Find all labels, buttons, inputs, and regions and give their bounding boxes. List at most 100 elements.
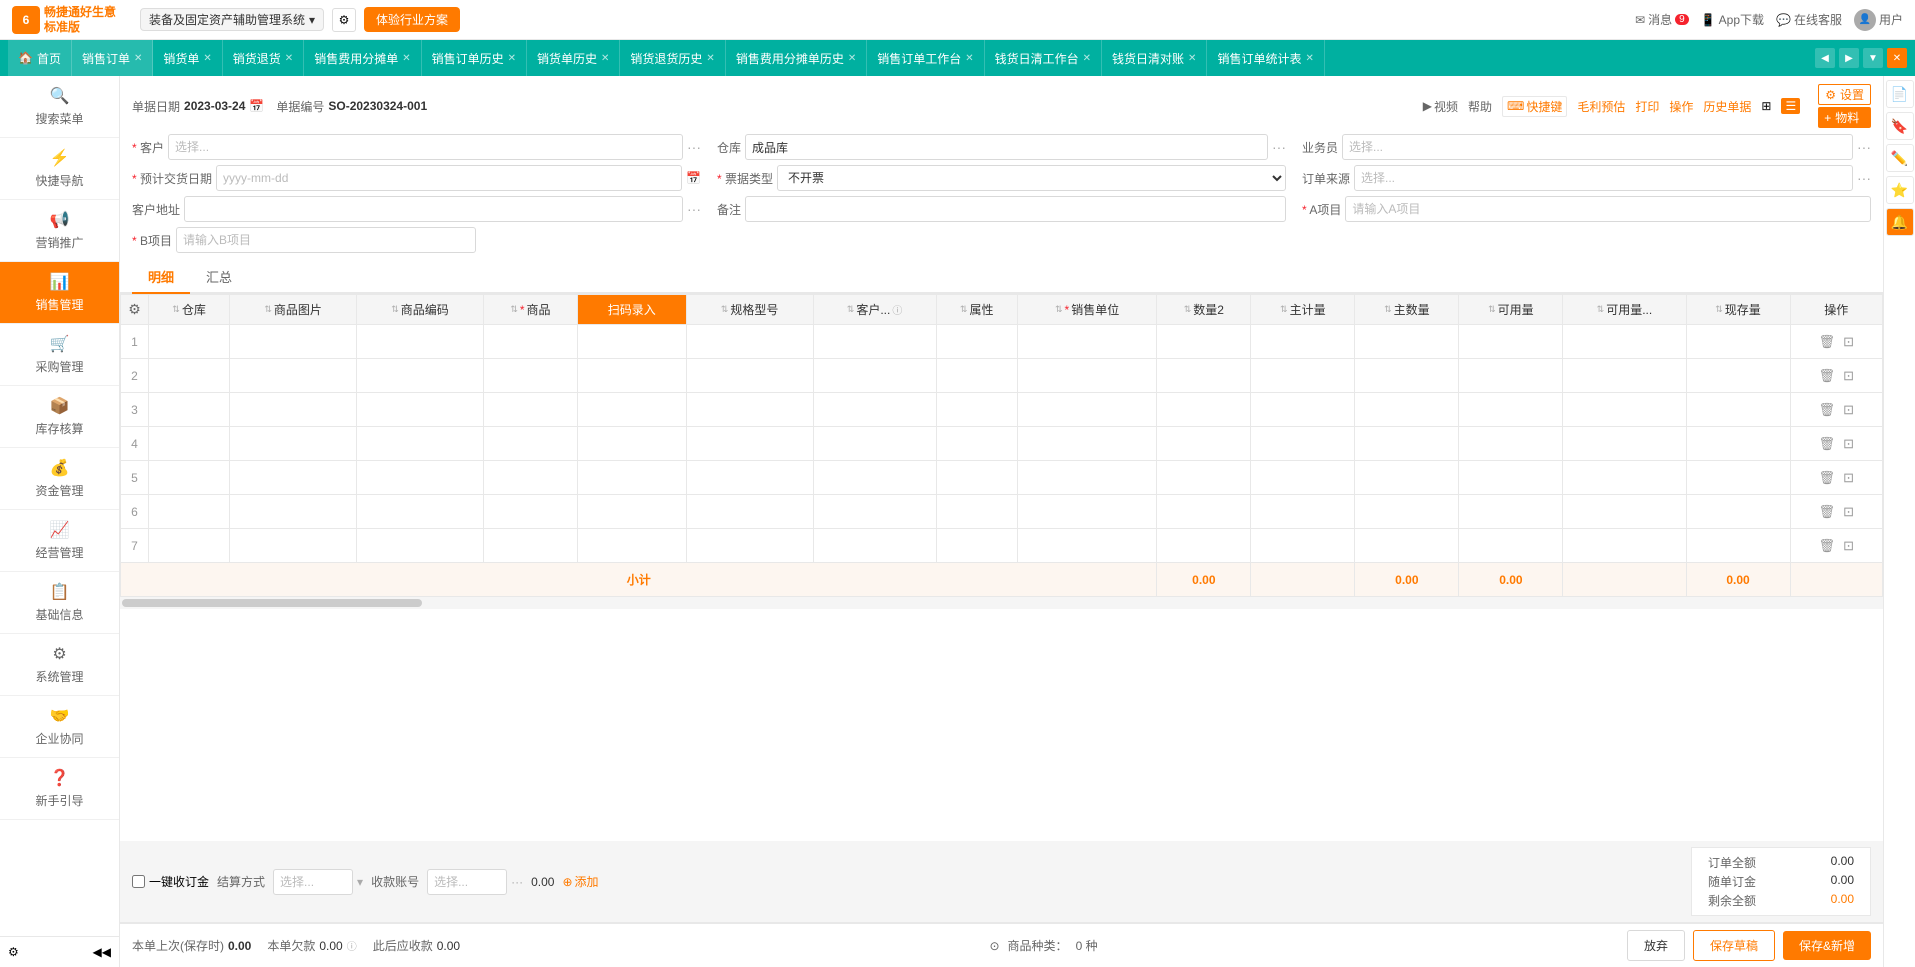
- sidebar-item-nav[interactable]: ⚡ 快捷导航: [0, 138, 119, 200]
- add-payment-button[interactable]: ⊕ 添加: [562, 873, 598, 890]
- nav-prev-button[interactable]: ◀: [1815, 48, 1835, 68]
- discard-button[interactable]: 放弃: [1627, 930, 1685, 961]
- customer-more-icon[interactable]: ···: [687, 139, 701, 155]
- invoice-type-select[interactable]: 不开票: [777, 165, 1286, 191]
- view-toggle-icon[interactable]: ⊞: [1761, 99, 1771, 113]
- col-spec-header[interactable]: ⇅规格型号: [686, 295, 813, 325]
- tab-sales-order[interactable]: 销售订单 ✕: [72, 40, 153, 76]
- calendar-icon[interactable]: 📅: [249, 99, 264, 113]
- table-icon[interactable]: ☰: [1781, 98, 1800, 114]
- nav-expand-button[interactable]: ▼: [1863, 48, 1883, 68]
- print-button[interactable]: 打印: [1635, 98, 1659, 115]
- sidebar-item-operation[interactable]: 📈 经营管理: [0, 510, 119, 572]
- customer-addr-input[interactable]: [184, 196, 683, 222]
- col-available2-header[interactable]: ⇅可用量...: [1563, 295, 1686, 325]
- right-panel-bookmark-button[interactable]: 🔖: [1886, 112, 1914, 140]
- sidebar-item-marketing[interactable]: 📢 营销推广: [0, 200, 119, 262]
- col-image-header[interactable]: ⇅商品图片: [230, 295, 357, 325]
- nav-close-button[interactable]: ✕: [1887, 48, 1907, 68]
- col-customer-header[interactable]: ⇅客户...ⓘ: [813, 295, 936, 325]
- col-stock-header[interactable]: ⇅现存量: [1686, 295, 1790, 325]
- a-project-input[interactable]: [1345, 196, 1871, 222]
- settings-form-button[interactable]: ⚙ 设置: [1818, 84, 1871, 105]
- col-qty2-header[interactable]: ⇅数量2: [1157, 295, 1251, 325]
- user-menu[interactable]: 👤 用户: [1854, 9, 1903, 31]
- sidebar-item-sales[interactable]: 📊 销售管理: [0, 262, 119, 324]
- copy-row-1-button[interactable]: ⊡: [1841, 332, 1856, 352]
- settings-icon[interactable]: ⚙: [332, 8, 356, 32]
- tab-sales-order-history[interactable]: 销售订单历史 ✕: [422, 40, 527, 76]
- sidebar-item-finance[interactable]: 💰 资金管理: [0, 448, 119, 510]
- save-draft-button[interactable]: 保存草稿: [1693, 930, 1775, 961]
- col-scan-header[interactable]: 扫码录入: [577, 295, 686, 325]
- shortcut-button[interactable]: ⌨ 快捷键: [1502, 96, 1567, 117]
- col-main-qty-header[interactable]: ⇅主数量: [1355, 295, 1459, 325]
- delete-row-1-button[interactable]: 🗑: [1817, 332, 1838, 352]
- tab-detail[interactable]: 明细: [132, 261, 190, 294]
- col-product-header[interactable]: ⇅*商品: [484, 295, 578, 325]
- delivery-calendar-icon[interactable]: 📅: [686, 171, 701, 185]
- delete-row-4-button[interactable]: 🗑: [1817, 434, 1838, 454]
- one-click-deposit-checkbox[interactable]: 一键收订金: [132, 873, 209, 890]
- history-button[interactable]: 历史单据: [1703, 98, 1751, 115]
- delete-row-3-button[interactable]: 🗑: [1817, 400, 1838, 420]
- col-warehouse-header[interactable]: ⇅仓库: [149, 295, 230, 325]
- profit-button[interactable]: 毛利预估: [1577, 98, 1625, 115]
- col-unit-header[interactable]: ⇅*销售单位: [1017, 295, 1157, 325]
- tab-return-history[interactable]: 销货退货历史 ✕: [620, 40, 725, 76]
- copy-row-6-button[interactable]: ⊡: [1841, 502, 1856, 522]
- tab-order-workspace[interactable]: 销售订单工作台 ✕: [867, 40, 984, 76]
- message-button[interactable]: ✉ 消息 9: [1635, 11, 1689, 28]
- sidebar-item-base[interactable]: 📋 基础信息: [0, 572, 119, 634]
- tab-expense-history[interactable]: 销售费用分摊单历史 ✕: [726, 40, 867, 76]
- copy-row-7-button[interactable]: ⊡: [1841, 536, 1856, 556]
- sidebar-item-search[interactable]: 🔍 搜索菜单: [0, 76, 119, 138]
- action-button[interactable]: 操作: [1669, 98, 1693, 115]
- customer-input[interactable]: [168, 134, 683, 160]
- tab-summary[interactable]: 汇总: [190, 261, 248, 294]
- horizontal-scrollbar[interactable]: [120, 597, 1883, 609]
- addr-more-icon[interactable]: ···: [687, 201, 701, 217]
- tab-sales-return[interactable]: 销货退货 ✕: [223, 40, 304, 76]
- tab-sales-expense[interactable]: 销售费用分摊单 ✕: [304, 40, 421, 76]
- delivery-date-input[interactable]: [216, 165, 682, 191]
- tab-daily-reconcile[interactable]: 钱货日清对账 ✕: [1102, 40, 1207, 76]
- system-selector[interactable]: 装备及固定资产辅助管理系统 ▾: [140, 8, 324, 31]
- delete-row-6-button[interactable]: 🗑: [1817, 502, 1838, 522]
- col-settings-header[interactable]: ⚙: [121, 295, 149, 325]
- sidebar-item-collab[interactable]: 🤝 企业协同: [0, 696, 119, 758]
- nav-next-button[interactable]: ▶: [1839, 48, 1859, 68]
- col-main-unit-header[interactable]: ⇅主计量: [1251, 295, 1355, 325]
- help-button[interactable]: 帮助: [1468, 98, 1492, 115]
- warehouse-input[interactable]: [745, 134, 1268, 160]
- industry-solution-button[interactable]: 体验行业方案: [364, 7, 460, 32]
- col-sku-header[interactable]: ⇅商品编码: [357, 295, 484, 325]
- b-project-input[interactable]: [176, 227, 476, 253]
- sidebar-item-purchase[interactable]: 🛒 采购管理: [0, 324, 119, 386]
- app-download-button[interactable]: 📱 App下载: [1701, 11, 1764, 28]
- sidebar-collapse-icon[interactable]: ◀◀: [93, 945, 111, 959]
- warehouse-more-icon[interactable]: ···: [1272, 139, 1286, 155]
- sidebar-item-guide[interactable]: ❓ 新手引导: [0, 758, 119, 820]
- right-panel-star-button[interactable]: ⭐: [1886, 176, 1914, 204]
- note-input[interactable]: [745, 196, 1286, 222]
- staff-input[interactable]: [1342, 134, 1853, 160]
- tab-sales-stats[interactable]: 销售订单统计表 ✕: [1207, 40, 1324, 76]
- account-input[interactable]: [427, 869, 507, 895]
- online-service-button[interactable]: 💬 在线客服: [1776, 11, 1842, 28]
- sidebar-item-system[interactable]: ⚙ 系统管理: [0, 634, 119, 696]
- right-panel-notify-button[interactable]: 🔔: [1886, 208, 1914, 236]
- delete-row-2-button[interactable]: 🗑: [1817, 366, 1838, 386]
- col-attr-header[interactable]: ⇅属性: [936, 295, 1017, 325]
- copy-row-2-button[interactable]: ⊡: [1841, 366, 1856, 386]
- tab-sales-goods[interactable]: 销货单 ✕: [153, 40, 222, 76]
- payment-method-input[interactable]: [273, 869, 353, 895]
- add-field-button[interactable]: + 物料: [1818, 107, 1871, 128]
- view-button[interactable]: ▶ 视频: [1423, 98, 1458, 115]
- tab-home[interactable]: 🏠 首页: [8, 40, 72, 76]
- col-available-header[interactable]: ⇅可用量: [1459, 295, 1563, 325]
- tab-daily-clear[interactable]: 钱货日清工作台 ✕: [985, 40, 1102, 76]
- save-new-button[interactable]: 保存&新增: [1783, 931, 1871, 960]
- tab-goods-history[interactable]: 销货单历史 ✕: [527, 40, 620, 76]
- copy-row-5-button[interactable]: ⊡: [1841, 468, 1856, 488]
